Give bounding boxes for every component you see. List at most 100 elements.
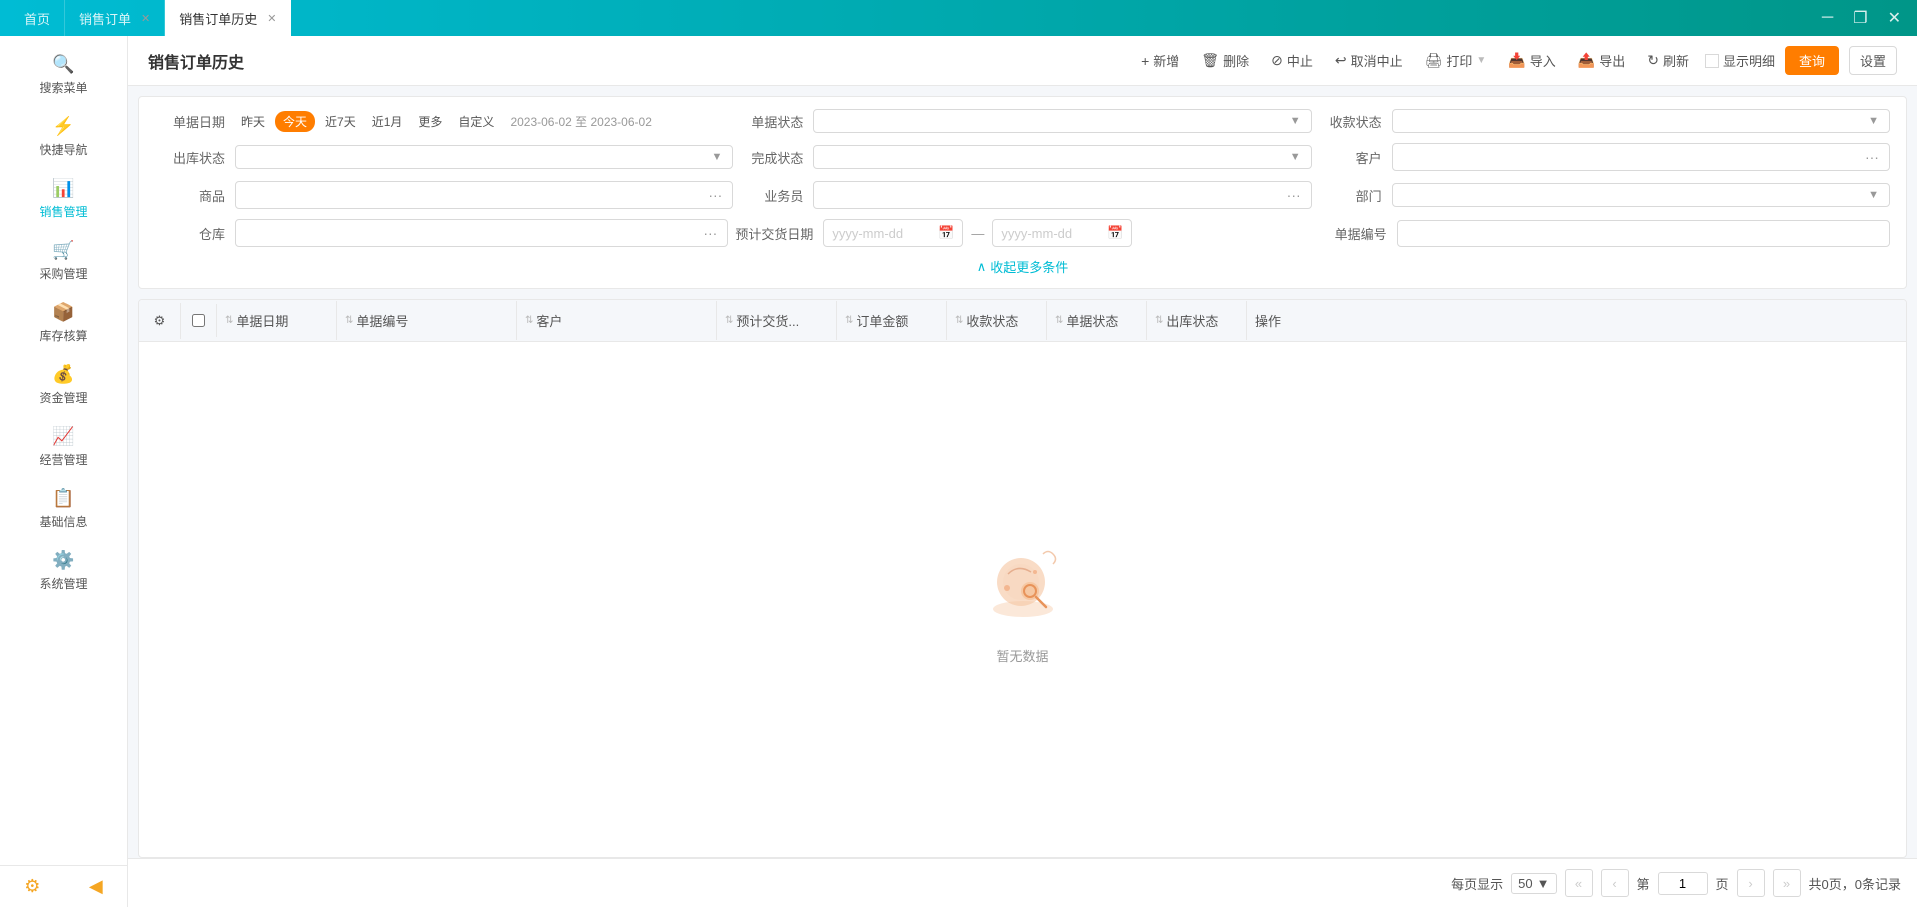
print-button[interactable]: 🖨 打印 ▼: [1419, 47, 1493, 74]
th-pay-status[interactable]: ⇅ 收款状态: [947, 301, 1047, 340]
cancel-stop-button[interactable]: ↩ 取消中止: [1329, 47, 1409, 74]
settings-button[interactable]: 设置: [1849, 46, 1897, 75]
next-page-btn[interactable]: ›: [1737, 869, 1765, 897]
sidebar-item-operations[interactable]: 📈 经营管理: [0, 416, 127, 478]
main-layout: 🔍 搜索菜单 ⚡ 快捷导航 📊 销售管理 🛒 采购管理 📦 库存核算 💰 资金管…: [0, 36, 1917, 907]
sidebar-item-system-mgmt-label: 系统管理: [39, 575, 87, 592]
th-sort-icon-pay: ⇅: [955, 315, 963, 326]
sidebar-collapse-btn[interactable]: ◀: [89, 876, 103, 897]
delete-button[interactable]: 🗑 删除: [1195, 47, 1255, 74]
salesperson-label: 业务员: [733, 186, 813, 205]
th-settings[interactable]: ⚙: [139, 303, 181, 339]
salesperson-select[interactable]: ···: [813, 181, 1311, 209]
page-size-select[interactable]: 50 ▼: [1511, 873, 1556, 894]
th-date[interactable]: ⇅ 单据日期: [217, 301, 337, 340]
total-records: 共0页，0条记录: [1809, 874, 1901, 893]
sidebar-item-basic-info-label: 基础信息: [39, 513, 87, 530]
export-button[interactable]: 📤 导出: [1572, 47, 1631, 74]
stop-button[interactable]: ⊘ 中止: [1265, 47, 1319, 74]
th-order-status[interactable]: ⇅ 单据状态: [1047, 301, 1147, 340]
print-arrow: ▼: [1476, 55, 1486, 66]
sidebar-item-sales-mgmt-label: 销售管理: [39, 203, 87, 220]
import-label: 导入: [1530, 51, 1556, 70]
next-page-icon: ›: [1748, 876, 1752, 891]
tab-sales-order-history[interactable]: 销售订单历史 ✕: [165, 0, 291, 36]
tab-sales-order-history-close[interactable]: ✕: [267, 12, 276, 25]
tab-home[interactable]: 首页: [10, 0, 65, 36]
window-minimize[interactable]: ─: [1816, 7, 1839, 29]
sidebar-item-quick-nav[interactable]: ⚡ 快捷导航: [0, 106, 127, 168]
page-title: 销售订单历史: [148, 49, 244, 73]
new-button[interactable]: + 新增: [1135, 47, 1185, 74]
sidebar-item-sales-mgmt[interactable]: 📊 销售管理: [0, 168, 127, 230]
date-more[interactable]: 更多: [412, 111, 448, 132]
prev-page-btn[interactable]: ‹: [1601, 869, 1629, 897]
date-custom[interactable]: 自定义: [452, 111, 500, 132]
import-button[interactable]: 📥 导入: [1502, 47, 1561, 74]
sidebar-item-purchase-mgmt[interactable]: 🛒 采购管理: [0, 230, 127, 292]
order-number-input[interactable]: [1397, 220, 1890, 247]
page-number-input[interactable]: [1658, 872, 1708, 895]
date-last1month[interactable]: 近1月: [366, 111, 409, 132]
payment-status-label: 收款状态: [1312, 112, 1392, 131]
th-date-label: 单据日期: [236, 311, 288, 330]
sidebar-item-search-menu[interactable]: 🔍 搜索菜单: [0, 44, 127, 106]
date-today[interactable]: 今天: [275, 111, 315, 132]
calendar-start-icon: 📅: [938, 225, 954, 241]
tab-sales-order-close[interactable]: ✕: [141, 12, 150, 25]
th-checkbox[interactable]: [181, 304, 217, 337]
sidebar: 🔍 搜索菜单 ⚡ 快捷导航 📊 销售管理 🛒 采购管理 📦 库存核算 💰 资金管…: [0, 36, 128, 907]
query-button[interactable]: 查询: [1785, 46, 1839, 75]
sidebar-item-inventory-label: 库存核算: [39, 327, 87, 344]
date-buttons: 昨天 今天 近7天 近1月 更多 自定义: [235, 111, 500, 132]
first-page-btn[interactable]: «: [1565, 869, 1593, 897]
refresh-button[interactable]: ↻ 刷新: [1641, 47, 1695, 74]
window-restore[interactable]: ❐: [1847, 6, 1873, 30]
sidebar-item-inventory[interactable]: 📦 库存核算: [0, 292, 127, 354]
collapse-button[interactable]: ∧ 收起更多条件: [155, 257, 1890, 276]
sidebar-item-basic-info[interactable]: 📋 基础信息: [0, 478, 127, 540]
delivery-date-end[interactable]: yyyy-mm-dd 📅: [992, 219, 1132, 247]
content-area: 销售订单历史 + 新增 🗑 删除 ⊘ 中止 ↩ 取消中止: [128, 36, 1917, 907]
date-yesterday[interactable]: 昨天: [235, 111, 271, 132]
delete-icon: 🗑: [1201, 52, 1219, 69]
payment-status-select[interactable]: ▼: [1392, 109, 1890, 133]
th-amount[interactable]: ⇅ 订单金额: [837, 301, 947, 340]
first-page-icon: «: [1575, 876, 1582, 891]
delete-label: 删除: [1223, 51, 1249, 70]
date-last7[interactable]: 近7天: [319, 111, 362, 132]
th-delivery[interactable]: ⇅ 预计交货...: [717, 301, 837, 340]
goods-select[interactable]: ···: [235, 181, 733, 209]
th-order-label: 单据编号: [356, 311, 408, 330]
warehouse-select[interactable]: ···: [235, 219, 728, 247]
order-status-arrow: ▼: [1290, 115, 1301, 127]
sidebar-settings-btn[interactable]: ⚙: [24, 876, 40, 897]
sidebar-item-system-mgmt[interactable]: ⚙️ 系统管理: [0, 540, 127, 602]
outbound-status-arrow: ▼: [711, 151, 722, 163]
goods-dots[interactable]: ···: [708, 187, 722, 203]
th-order-status-label: 单据状态: [1066, 311, 1118, 330]
filter-area: 单据日期 昨天 今天 近7天 近1月 更多 自定义 2023-06-02 至 2…: [138, 96, 1907, 289]
customer-select[interactable]: ···: [1392, 143, 1890, 171]
window-close[interactable]: ✕: [1882, 6, 1907, 30]
department-select[interactable]: ▼: [1392, 183, 1890, 207]
th-outbound[interactable]: ⇅ 出库状态: [1147, 301, 1247, 340]
sidebar-item-finance[interactable]: 💰 资金管理: [0, 354, 127, 416]
warehouse-dots[interactable]: ···: [703, 225, 717, 241]
display-detail-checkbox[interactable]: 显示明细: [1705, 51, 1775, 70]
department-arrow: ▼: [1868, 189, 1879, 201]
tab-home-label: 首页: [24, 9, 50, 28]
customer-dots[interactable]: ···: [1865, 149, 1879, 165]
th-order[interactable]: ⇅ 单据编号: [337, 301, 517, 340]
order-status-field: ▼: [813, 109, 1311, 133]
delivery-date-start[interactable]: yyyy-mm-dd 📅: [823, 219, 963, 247]
salesperson-dots[interactable]: ···: [1287, 187, 1301, 203]
completion-status-select[interactable]: ▼: [813, 145, 1311, 169]
select-all-checkbox[interactable]: [192, 314, 205, 327]
th-customer[interactable]: ⇅ 客户: [517, 301, 717, 340]
outbound-status-select[interactable]: ▼: [235, 145, 733, 169]
tab-sales-order[interactable]: 销售订单 ✕: [65, 0, 165, 36]
order-status-select[interactable]: ▼: [813, 109, 1311, 133]
date-range-display: 2023-06-02 至 2023-06-02: [510, 113, 651, 130]
last-page-btn[interactable]: »: [1773, 869, 1801, 897]
